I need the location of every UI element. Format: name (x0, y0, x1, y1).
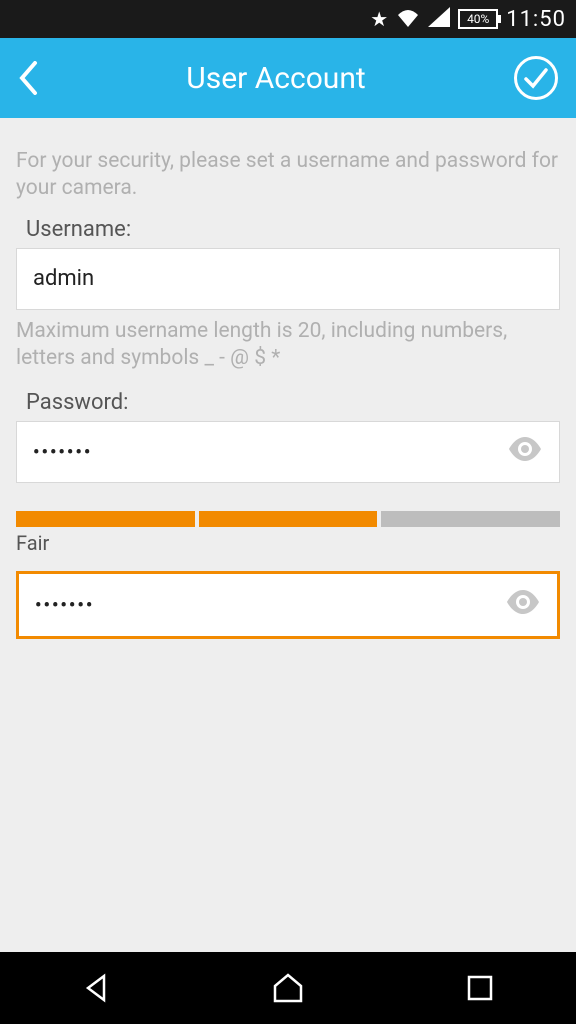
app-bar: User Account (0, 38, 576, 118)
password-strength-meter (16, 511, 560, 527)
clock: 11:50 (506, 7, 566, 32)
page-title: User Account (38, 61, 514, 96)
username-field[interactable]: admin (16, 248, 560, 310)
strength-segment (381, 511, 560, 527)
signal-icon (428, 7, 450, 32)
eye-icon[interactable] (505, 590, 541, 620)
star-icon: ★ (370, 7, 388, 31)
back-button[interactable] (18, 61, 38, 95)
strength-label: Fair (16, 531, 560, 555)
password-label: Password: (26, 390, 560, 415)
eye-icon[interactable] (507, 437, 543, 467)
username-hint: Maximum username length is 20, including… (16, 318, 560, 373)
wifi-icon (396, 7, 420, 32)
nav-back-button[interactable] (77, 969, 115, 1007)
confirm-value: ••••••• (35, 595, 94, 616)
nav-home-button[interactable] (269, 969, 307, 1007)
password-field[interactable]: ••••••• (16, 421, 560, 483)
confirm-button[interactable] (514, 56, 558, 100)
battery-icon: 40% (458, 9, 498, 29)
main-content: For your security, please set a username… (0, 118, 576, 655)
instructions-text: For your security, please set a username… (16, 148, 560, 203)
nav-bar (0, 952, 576, 1024)
password-value: ••••••• (33, 442, 92, 463)
nav-recent-button[interactable] (461, 969, 499, 1007)
username-value: admin (33, 266, 94, 291)
status-bar: ★ 40% 11:50 (0, 0, 576, 38)
username-label: Username: (26, 217, 560, 242)
confirm-password-field[interactable]: ••••••• (16, 571, 560, 639)
strength-segment (16, 511, 195, 527)
strength-segment (199, 511, 378, 527)
